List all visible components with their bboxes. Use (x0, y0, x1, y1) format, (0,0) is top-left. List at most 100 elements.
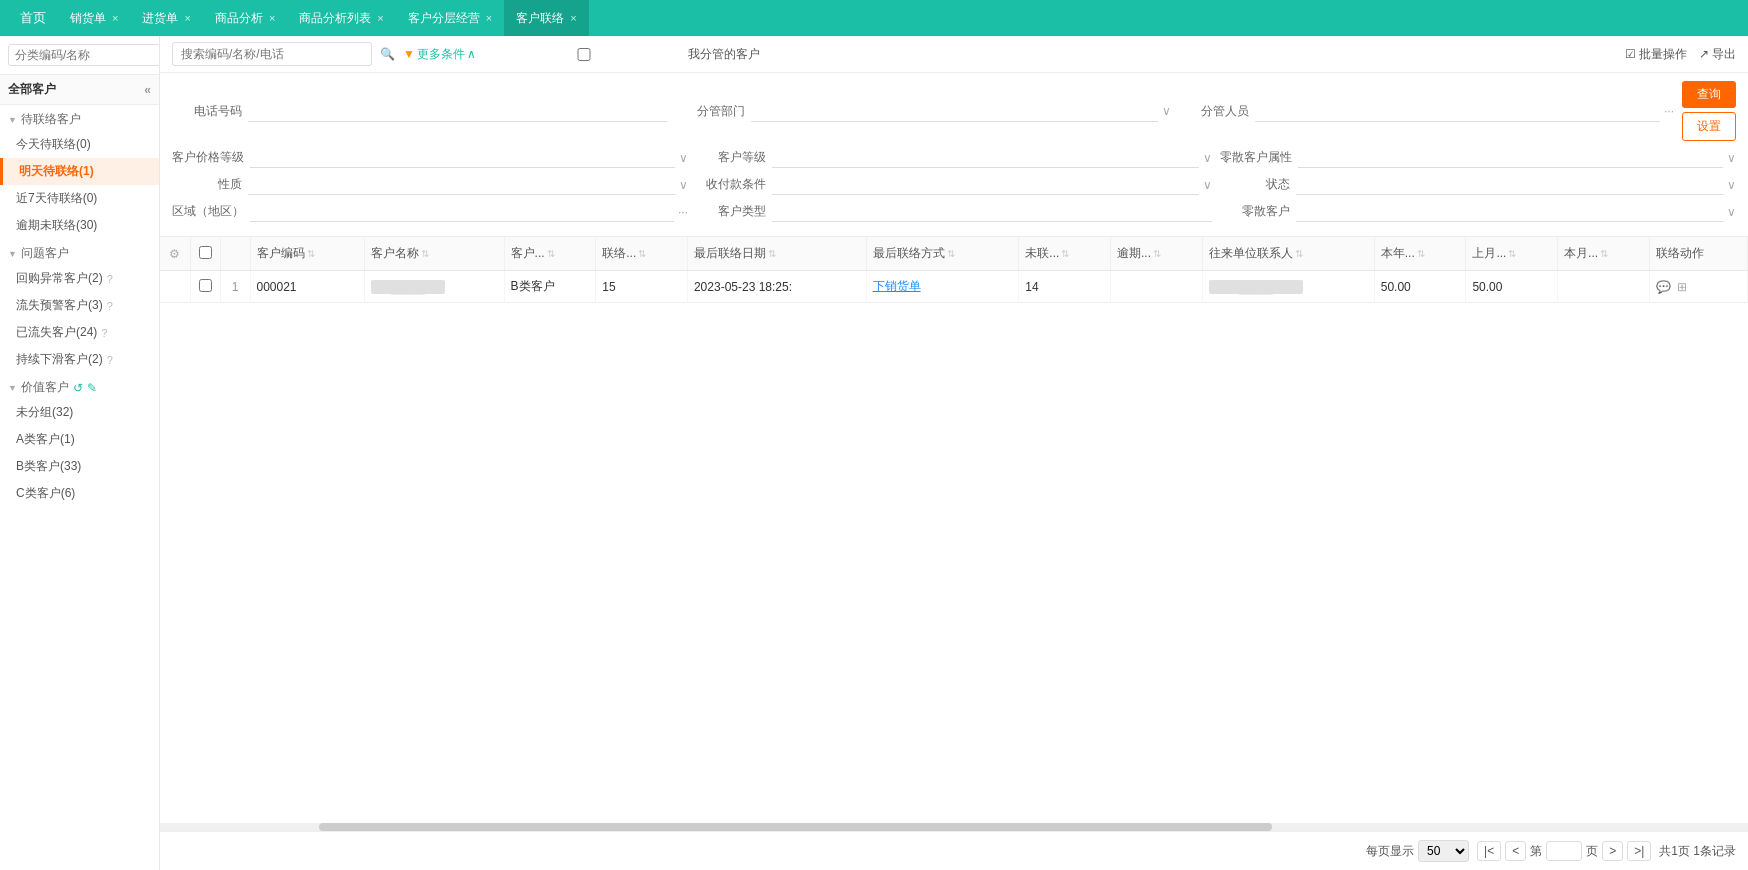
nav-product-analysis-list[interactable]: 商品分析列表 × (287, 0, 395, 36)
col-overdue[interactable]: 逾期... ⇅ (1111, 237, 1203, 271)
action-more-icon[interactable]: ⊞ (1677, 280, 1687, 294)
page-number-input[interactable]: 1 (1546, 841, 1582, 861)
col-this-month[interactable]: 本月... ⇅ (1558, 237, 1650, 271)
sidebar-item-tomorrow-contact[interactable]: 明天待联络(1) (0, 158, 159, 185)
query-button[interactable]: 查询 (1682, 81, 1736, 108)
all-customers-header[interactable]: 全部客户 « (0, 75, 159, 105)
sort-date-icon[interactable]: ⇅ (768, 248, 776, 259)
manager-input[interactable] (1255, 101, 1660, 122)
group-value-customer[interactable]: 价值客户 ↺ ✎ (0, 373, 159, 399)
retail-customer-dropdown-icon[interactable]: ∨ (1727, 205, 1736, 219)
sort-type-icon[interactable]: ⇅ (547, 248, 555, 259)
row-name[interactable]: ████ (364, 271, 504, 303)
sidebar-item-class-a[interactable]: A类客户(1) (0, 426, 159, 453)
sidebar-search-input[interactable] (8, 44, 160, 66)
help-churn-icon[interactable]: ? (107, 300, 113, 312)
nature-dropdown-icon[interactable]: ∨ (679, 178, 688, 192)
help-churned-icon[interactable]: ? (101, 327, 107, 339)
row-checkbox[interactable] (199, 279, 212, 292)
more-conditions-button[interactable]: ▼ 更多条件 ∧ (403, 46, 476, 63)
horizontal-scrollbar[interactable] (160, 823, 1748, 831)
status-input[interactable] (1296, 174, 1723, 195)
sidebar-item-today-contact[interactable]: 今天待联络(0) (0, 131, 159, 158)
col-last-month[interactable]: 上月... ⇅ (1466, 237, 1558, 271)
edit-value-icon[interactable]: ✎ (87, 381, 97, 395)
customer-level-input[interactable] (772, 147, 1199, 168)
my-customers-checkbox[interactable] (484, 48, 684, 61)
col-last-contact-method[interactable]: 最后联络方式 ⇅ (866, 237, 1019, 271)
retail-attr-input[interactable]: 全部 (1298, 147, 1723, 168)
close-purchase-order-icon[interactable]: × (184, 12, 190, 24)
customer-level-dropdown-icon[interactable]: ∨ (1203, 151, 1212, 165)
help-repurchase-icon[interactable]: ? (107, 273, 113, 285)
prev-page-button[interactable]: < (1505, 841, 1526, 861)
col-gear[interactable]: ⚙ (160, 237, 190, 271)
batch-operation-button[interactable]: ☑ 批量操作 (1625, 46, 1687, 63)
contact-method-link[interactable]: 下销货单 (873, 279, 921, 293)
nav-home[interactable]: 首页 (8, 0, 58, 36)
action-chat-icon[interactable]: 💬 (1656, 280, 1671, 294)
customer-type-input[interactable] (772, 201, 1212, 222)
sort-contact-icon[interactable]: ⇅ (638, 248, 646, 259)
col-uncontacted[interactable]: 未联... ⇅ (1019, 237, 1111, 271)
row-checkbox-cell[interactable] (190, 271, 220, 303)
manager-more-icon[interactable]: ··· (1664, 104, 1674, 118)
select-all-checkbox[interactable] (199, 246, 212, 259)
area-more-icon[interactable]: ··· (678, 205, 688, 219)
search-input[interactable] (172, 42, 372, 66)
sidebar-item-churn-warning[interactable]: 流失预警客户(3) ? (0, 292, 159, 319)
sort-method-icon[interactable]: ⇅ (947, 248, 955, 259)
status-dropdown-icon[interactable]: ∨ (1727, 178, 1736, 192)
last-page-button[interactable]: >| (1627, 841, 1651, 861)
close-product-analysis-icon[interactable]: × (269, 12, 275, 24)
payment-input[interactable] (772, 174, 1199, 195)
nature-input[interactable] (248, 174, 675, 195)
nav-purchase-order[interactable]: 进货单 × (130, 0, 202, 36)
nav-product-analysis[interactable]: 商品分析 × (203, 0, 287, 36)
collapse-sidebar-icon[interactable]: « (144, 83, 151, 97)
sort-lastmonth-icon[interactable]: ⇅ (1508, 248, 1516, 259)
sort-thismonth-icon[interactable]: ⇅ (1600, 248, 1608, 259)
sort-name-icon[interactable]: ⇅ (421, 248, 429, 259)
dept-input[interactable] (751, 101, 1157, 122)
export-button[interactable]: ↗ 导出 (1699, 46, 1736, 63)
group-problem-customer[interactable]: 问题客户 (0, 239, 159, 265)
retail-attr-dropdown-icon[interactable]: ∨ (1727, 151, 1736, 165)
sort-year-icon[interactable]: ⇅ (1417, 248, 1425, 259)
price-level-dropdown-icon[interactable]: ∨ (679, 151, 688, 165)
phone-input[interactable] (248, 101, 667, 122)
sidebar-item-class-c[interactable]: C类客户(6) (0, 480, 159, 507)
retail-customer-input[interactable]: 全部 (1296, 201, 1723, 222)
refresh-value-icon[interactable]: ↺ (73, 381, 83, 395)
setting-button[interactable]: 设置 (1682, 112, 1736, 141)
col-checkbox[interactable] (190, 237, 220, 271)
col-unit-contact[interactable]: 往来单位联系人 ⇅ (1202, 237, 1374, 271)
col-this-year[interactable]: 本年... ⇅ (1374, 237, 1466, 271)
price-level-input[interactable] (250, 147, 675, 168)
sidebar-item-ungrouped[interactable]: 未分组(32) (0, 399, 159, 426)
col-customer-type[interactable]: 客户... ⇅ (504, 237, 596, 271)
payment-dropdown-icon[interactable]: ∨ (1203, 178, 1212, 192)
col-customer-name[interactable]: 客户名称 ⇅ (364, 237, 504, 271)
area-input[interactable] (250, 201, 674, 222)
sort-code-icon[interactable]: ⇅ (307, 248, 315, 259)
close-product-list-icon[interactable]: × (377, 12, 383, 24)
row-code[interactable]: 000021 (250, 271, 364, 303)
close-layering-icon[interactable]: × (486, 12, 492, 24)
help-declining-icon[interactable]: ? (107, 354, 113, 366)
col-last-contact-date[interactable]: 最后联络日期 ⇅ (687, 237, 866, 271)
sort-unit-icon[interactable]: ⇅ (1295, 248, 1303, 259)
nav-customer-contact[interactable]: 客户联络 × (504, 0, 588, 36)
sidebar-item-class-b[interactable]: B类客户(33) (0, 453, 159, 480)
sidebar-item-7days-contact[interactable]: 近7天待联络(0) (0, 185, 159, 212)
close-contact-icon[interactable]: × (570, 12, 576, 24)
sidebar-item-declining[interactable]: 持续下滑客户(2) ? (0, 346, 159, 373)
next-page-button[interactable]: > (1602, 841, 1623, 861)
col-contact-count[interactable]: 联络... ⇅ (596, 237, 688, 271)
per-page-select[interactable]: 50 100 200 (1418, 840, 1469, 862)
my-customers-checkbox-label[interactable]: 我分管的客户 (484, 46, 760, 63)
group-pending-contact[interactable]: 待联络客户 (0, 105, 159, 131)
nav-sales-order[interactable]: 销货单 × (58, 0, 130, 36)
row-last-contact-method[interactable]: 下销货单 (866, 271, 1019, 303)
sidebar-item-overdue-contact[interactable]: 逾期未联络(30) (0, 212, 159, 239)
